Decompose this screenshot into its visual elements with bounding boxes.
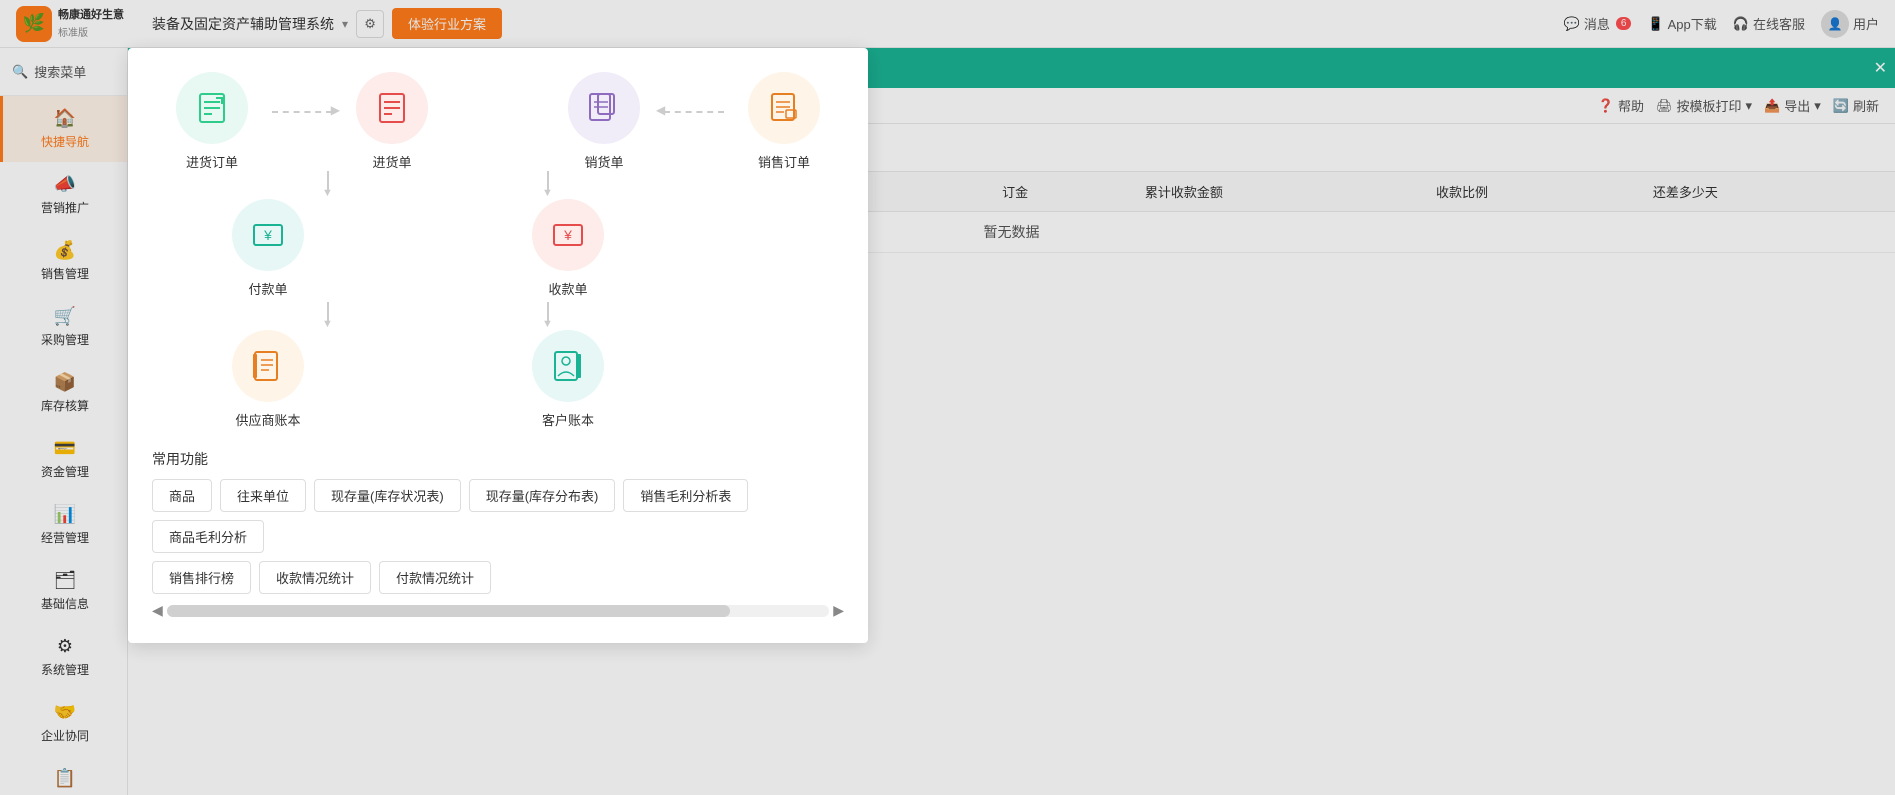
common-btn-payment-stats[interactable]: 付款情况统计 bbox=[379, 561, 491, 594]
arrow-sales-order-to-bill bbox=[664, 111, 724, 133]
scroll-right-icon[interactable]: ▶ bbox=[833, 602, 844, 619]
purchase-order-icon bbox=[176, 72, 248, 144]
scroll-track[interactable] bbox=[167, 605, 829, 617]
popup-overlay[interactable]: 进货订单 进货 bbox=[0, 0, 1895, 795]
purchase-bill-icon bbox=[356, 72, 428, 144]
flow-node-receipt[interactable]: ¥ 收款单 bbox=[508, 199, 628, 298]
scroll-thumb bbox=[167, 605, 730, 617]
scroll-left-icon[interactable]: ◀ bbox=[152, 602, 163, 619]
svg-text:¥: ¥ bbox=[563, 227, 572, 243]
popup-scrollbar: ◀ ▶ bbox=[152, 602, 844, 619]
payment-icon: ¥ bbox=[232, 199, 304, 271]
flow-node-supplier-ledger[interactable]: 供应商账本 bbox=[208, 330, 328, 429]
quick-nav-popup: 进货订单 进货 bbox=[128, 48, 868, 643]
sales-bill-icon bbox=[568, 72, 640, 144]
common-buttons-group: 商品 往来单位 现存量(库存状况表) 现存量(库存分布表) 销售毛利分析表 商品… bbox=[152, 479, 844, 553]
common-functions-section: 常用功能 商品 往来单位 现存量(库存状况表) 现存量(库存分布表) 销售毛利分… bbox=[152, 449, 844, 594]
arrow-purchase-order-to-bill bbox=[272, 111, 332, 133]
receipt-icon: ¥ bbox=[532, 199, 604, 271]
customer-ledger-label: 客户账本 bbox=[542, 410, 594, 429]
purchase-bill-label: 进货单 bbox=[372, 152, 411, 171]
supplier-ledger-label: 供应商账本 bbox=[235, 410, 300, 429]
common-btn-stock-dist[interactable]: 现存量(库存分布表) bbox=[469, 479, 616, 512]
common-btn-product-profit[interactable]: 商品毛利分析 bbox=[152, 520, 264, 553]
flow-node-purchase-bill[interactable]: 进货单 bbox=[332, 72, 452, 171]
common-btn-sales-profit[interactable]: 销售毛利分析表 bbox=[623, 479, 748, 512]
common-btn-receipt-stats[interactable]: 收款情况统计 bbox=[259, 561, 371, 594]
svg-text:¥: ¥ bbox=[263, 227, 272, 243]
sales-order-label: 销售订单 bbox=[758, 152, 810, 171]
common-btn-contacts[interactable]: 往来单位 bbox=[220, 479, 306, 512]
sales-order-icon bbox=[748, 72, 820, 144]
customer-ledger-icon bbox=[532, 330, 604, 402]
common-btn-product[interactable]: 商品 bbox=[152, 479, 212, 512]
common-btn-sales-rank[interactable]: 销售排行榜 bbox=[152, 561, 251, 594]
flow-node-purchase-order[interactable]: 进货订单 bbox=[152, 72, 272, 171]
payment-label: 付款单 bbox=[248, 279, 287, 298]
flow-node-sales-order[interactable]: 销售订单 bbox=[724, 72, 844, 171]
flow-diagram: 进货订单 进货 bbox=[152, 72, 844, 429]
receipt-label: 收款单 bbox=[548, 279, 587, 298]
sales-bill-label: 销货单 bbox=[584, 152, 623, 171]
flow-node-payment[interactable]: ¥ 付款单 bbox=[208, 199, 328, 298]
common-functions-title: 常用功能 bbox=[152, 449, 844, 469]
flow-node-customer-ledger[interactable]: 客户账本 bbox=[508, 330, 628, 429]
common-btn-stock-status[interactable]: 现存量(库存状况表) bbox=[314, 479, 461, 512]
flow-node-sales-bill[interactable]: 销货单 bbox=[544, 72, 664, 171]
supplier-ledger-icon bbox=[232, 330, 304, 402]
common-buttons-row2: 销售排行榜 收款情况统计 付款情况统计 bbox=[152, 561, 844, 594]
purchase-order-label: 进货订单 bbox=[186, 152, 238, 171]
